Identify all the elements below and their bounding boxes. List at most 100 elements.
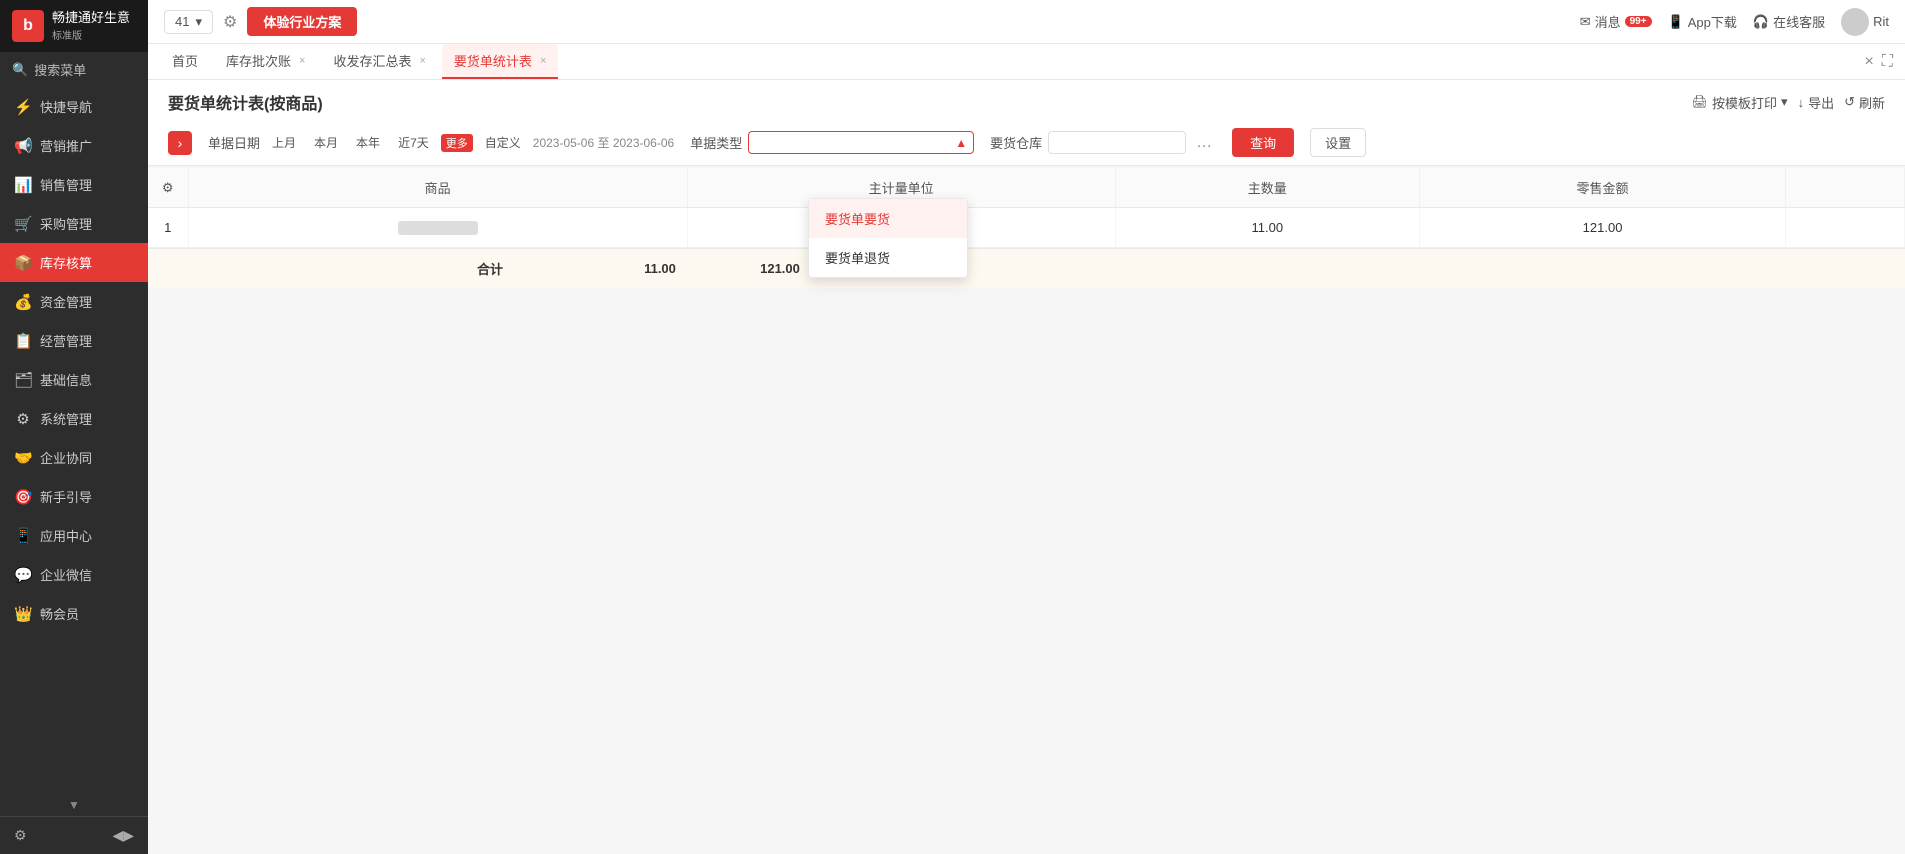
refresh-btn[interactable]: ↺ 刷新: [1844, 93, 1885, 112]
settings-filter-btn[interactable]: 设置: [1310, 128, 1366, 157]
last-7-days-btn[interactable]: 近7天: [392, 132, 435, 153]
cell-no: 1: [148, 208, 188, 248]
service-icon: 🎧: [1753, 14, 1769, 30]
warehouse-input-wrapper: [1048, 131, 1186, 154]
sidebar-item-quick-nav[interactable]: ⚡ 快捷导航: [0, 87, 148, 126]
sidebar-scroll-down[interactable]: ▼: [0, 794, 148, 816]
topbar-settings-icon[interactable]: ⚙: [223, 12, 237, 32]
export-btn[interactable]: ↓ 导出: [1798, 93, 1835, 112]
type-arrow-up-icon[interactable]: ▲: [949, 133, 973, 153]
query-btn[interactable]: 查询: [1232, 128, 1294, 157]
message-label: 消息: [1595, 12, 1621, 31]
sidebar-item-finance[interactable]: 💰 资金管理: [0, 282, 148, 321]
more-filters-btn[interactable]: …: [1192, 134, 1216, 152]
sidebar-item-wechat[interactable]: 💬 企业微信: [0, 555, 148, 594]
sidebar-nav: ⚡ 快捷导航 📢 营销推广 📊 销售管理 🛒 采购管理 📦 库存核算 💰 资金管…: [0, 87, 148, 794]
th-main-qty: 主数量: [1115, 168, 1419, 208]
tab-sales-summary[interactable]: 收发存汇总表 ×: [321, 44, 437, 79]
maximize-icon[interactable]: ⛶: [1882, 53, 1893, 71]
sidebar-footer: ⚙ ◀▶: [0, 816, 148, 854]
tab-order-summary[interactable]: 要货单统计表 ×: [442, 44, 558, 79]
date-range-text: 2023-05-06 至 2023-06-06: [533, 134, 674, 151]
message-badge: 99+: [1625, 16, 1652, 27]
search-icon: 🔍: [12, 62, 28, 78]
user-avatar-area[interactable]: Rit: [1841, 8, 1889, 36]
enterprise-icon: 🤝: [14, 449, 32, 467]
tab-inventory-batch[interactable]: 库存批次账 ×: [214, 44, 317, 79]
refresh-icon: ↺: [1844, 94, 1855, 110]
topbar-right: ✉ 消息 99+ 📱 App下载 🎧 在线客服 Rit: [1580, 8, 1889, 36]
app-download-btn[interactable]: 📱 App下载: [1668, 12, 1737, 31]
tab-home[interactable]: 首页: [160, 44, 210, 79]
sidebar-item-label: 快捷导航: [40, 97, 92, 116]
sidebar-item-purchase[interactable]: 🛒 采购管理: [0, 204, 148, 243]
sidebar-item-label: 新手引导: [40, 487, 92, 506]
sidebar-item-label: 经营管理: [40, 331, 92, 350]
this-year-btn[interactable]: 本年: [350, 132, 386, 153]
cell-retail-amount: 121.00: [1419, 208, 1785, 248]
summary-main-qty: 11.00: [600, 261, 720, 276]
close-all-icon[interactable]: ×: [1864, 53, 1873, 71]
dropdown-item-order-goods[interactable]: 要货单要货: [809, 199, 967, 238]
main-content: 41 ▾ ⚙ 体验行业方案 ✉ 消息 99+ 📱 App下载 🎧 在线客服 R: [148, 0, 1905, 854]
online-service-btn[interactable]: 🎧 在线客服: [1753, 12, 1825, 31]
table-section: ⚙ 商品 主计量单位 主数量 零售金额 1: [148, 168, 1905, 248]
print-label: 按模板打印: [1712, 93, 1777, 112]
page-header-actions: 🖨 按模板打印 ▾ ↓ 导出 ↺ 刷新: [1692, 93, 1886, 112]
dropdown-item-order-return[interactable]: 要货单退货: [809, 238, 967, 277]
last-month-btn[interactable]: 上月: [266, 132, 302, 153]
tab-sales-summary-close[interactable]: ×: [419, 55, 425, 67]
phone-icon: 📱: [1668, 14, 1684, 30]
marketing-icon: 📢: [14, 137, 32, 155]
sidebar-item-guide[interactable]: 🎯 新手引导: [0, 477, 148, 516]
app-center-icon: 📱: [14, 527, 32, 545]
message-icon: ✉: [1580, 14, 1591, 30]
sidebar-item-sales[interactable]: 📊 销售管理: [0, 165, 148, 204]
sidebar-item-app-center[interactable]: 📱 应用中心: [0, 516, 148, 555]
company-selector[interactable]: 41 ▾: [164, 10, 213, 34]
sidebar-item-marketing[interactable]: 📢 营销推广: [0, 126, 148, 165]
tab-inventory-batch-close[interactable]: ×: [299, 55, 305, 67]
data-table: ⚙ 商品 主计量单位 主数量 零售金额 1: [148, 168, 1905, 248]
sidebar-item-label: 应用中心: [40, 526, 92, 545]
sidebar-item-label: 营销推广: [40, 136, 92, 155]
more-dates-badge[interactable]: 更多: [441, 134, 473, 152]
quick-nav-icon: ⚡: [14, 98, 32, 116]
custom-date-btn[interactable]: 自定义: [479, 132, 527, 153]
refresh-label: 刷新: [1859, 93, 1885, 112]
warehouse-input[interactable]: [1057, 135, 1177, 150]
messages-btn[interactable]: ✉ 消息 99+: [1580, 12, 1652, 31]
print-btn[interactable]: 🖨 按模板打印 ▾: [1692, 93, 1788, 112]
tab-order-summary-close[interactable]: ×: [540, 55, 546, 67]
product-name-blurred: [398, 221, 478, 235]
print-icon: 🖨: [1692, 94, 1709, 110]
collapse-icon[interactable]: ◀▶: [112, 827, 134, 844]
column-settings-icon[interactable]: ⚙: [162, 180, 174, 195]
sidebar-item-enterprise[interactable]: 🤝 企业协同: [0, 438, 148, 477]
sidebar-item-operation[interactable]: 📋 经营管理: [0, 321, 148, 360]
sidebar-item-label: 资金管理: [40, 292, 92, 311]
type-input[interactable]: [749, 132, 949, 153]
basic-info-icon: 🗂: [14, 371, 32, 389]
topbar: 41 ▾ ⚙ 体验行业方案 ✉ 消息 99+ 📱 App下载 🎧 在线客服 R: [148, 0, 1905, 44]
page-title: 要货单统计表(按商品): [168, 90, 323, 114]
purchase-icon: 🛒: [14, 215, 32, 233]
sidebar-search[interactable]: 🔍 搜索菜单: [0, 52, 148, 87]
tab-order-summary-label: 要货单统计表: [454, 51, 532, 70]
trial-btn[interactable]: 体验行业方案: [247, 7, 357, 36]
sales-icon: 📊: [14, 176, 32, 194]
summary-label: 合计: [380, 259, 600, 278]
sidebar-item-inventory[interactable]: 📦 库存核算: [0, 243, 148, 282]
app-name: 畅捷通好生意: [52, 10, 130, 27]
sidebar-item-basic-info[interactable]: 🗂 基础信息: [0, 360, 148, 399]
sidebar-item-member[interactable]: 👑 畅会员: [0, 594, 148, 633]
settings-icon[interactable]: ⚙: [14, 827, 27, 844]
sidebar-item-system[interactable]: ⚙ 系统管理: [0, 399, 148, 438]
wechat-icon: 💬: [14, 566, 32, 584]
print-chevron-icon: ▾: [1781, 94, 1788, 110]
this-month-btn[interactable]: 本月: [308, 132, 344, 153]
warehouse-filter-label: 要货仓库: [990, 133, 1042, 152]
guide-icon: 🎯: [14, 488, 32, 506]
company-value: 41: [175, 14, 189, 29]
filter-expand-btn[interactable]: ›: [168, 131, 192, 155]
